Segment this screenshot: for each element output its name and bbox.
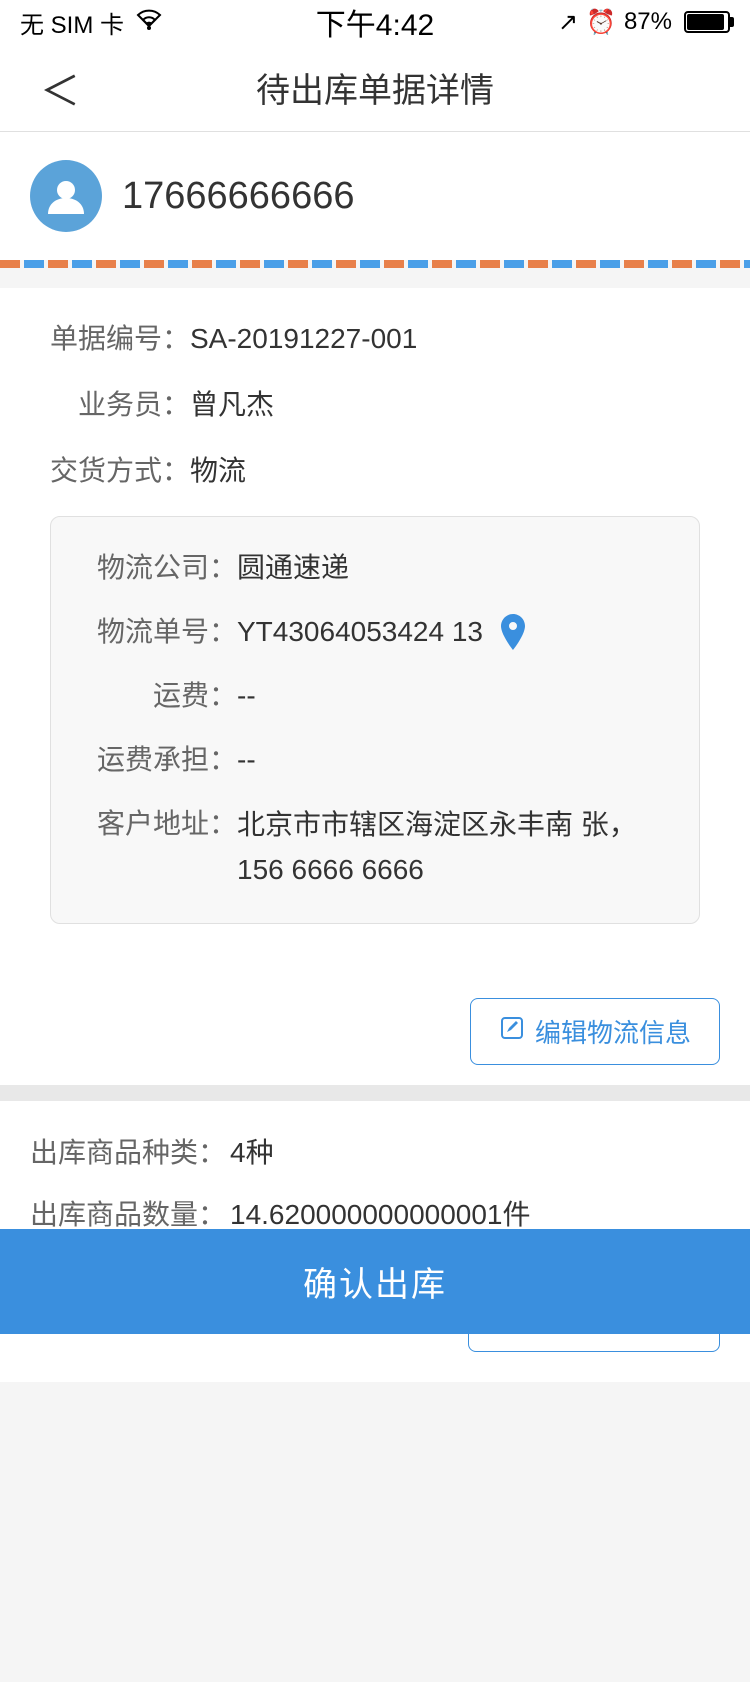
- edit-logistics-button[interactable]: 编辑物流信息: [470, 998, 720, 1065]
- location-pin-icon[interactable]: [497, 614, 529, 650]
- edit-btn-area: 编辑物流信息: [0, 978, 750, 1085]
- confirm-btn-wrap: 确认出库: [0, 1229, 750, 1334]
- order-number-row: 单据编号： SA-20191227-001: [30, 318, 720, 360]
- sales-value: 曾凡杰: [190, 384, 720, 426]
- back-button[interactable]: ＜: [30, 49, 90, 127]
- logistics-tracking-label: 物流单号：: [77, 611, 237, 653]
- delivery-label: 交货方式：: [30, 450, 190, 492]
- goods-quantity-value: 14.620000000000001件: [230, 1193, 531, 1233]
- customer-header: 17666666666: [0, 132, 750, 260]
- order-number-label: 单据编号：: [30, 318, 190, 360]
- bottom-spacer: [0, 1382, 750, 1562]
- nav-bar: ＜ 待出库单据详情: [0, 44, 750, 132]
- freight-row: 运费： --: [77, 675, 673, 717]
- status-time: 下午4:42: [316, 0, 434, 44]
- address-row: 客户地址： 北京市市辖区海淀区永丰南 张，156 6666 6666: [77, 803, 673, 893]
- logistics-tracking-value: YT43064053424 13: [237, 611, 673, 653]
- logistics-tracking-row: 物流单号： YT43064053424 13: [77, 611, 673, 653]
- freight-bearer-value: --: [237, 739, 673, 781]
- edit-logistics-label: 编辑物流信息: [535, 1013, 691, 1050]
- sales-label: 业务员：: [30, 384, 190, 426]
- order-info-section: 单据编号： SA-20191227-001 业务员： 曾凡杰 交货方式： 物流 …: [0, 288, 750, 978]
- carrier-text: 无 SIM 卡: [20, 5, 124, 40]
- wifi-icon: [134, 8, 164, 37]
- goods-quantity-label: 出库商品数量：: [30, 1193, 230, 1233]
- goods-type-row: 出库商品种类： 4种: [30, 1131, 720, 1171]
- page-title: 待出库单据详情: [256, 63, 494, 112]
- delivery-value: 物流: [190, 450, 720, 492]
- logistics-company-row: 物流公司： 圆通速递: [77, 547, 673, 589]
- customer-phone: 17666666666: [122, 175, 354, 218]
- edit-icon: [499, 1015, 525, 1048]
- goods-type-label: 出库商品种类：: [30, 1131, 230, 1171]
- status-left: 无 SIM 卡: [20, 5, 164, 40]
- sales-row: 业务员： 曾凡杰: [30, 384, 720, 426]
- goods-quantity-row: 出库商品数量： 14.620000000000001件: [30, 1193, 720, 1233]
- goods-type-value: 4种: [230, 1131, 274, 1171]
- location-status-icon: ↗: [558, 8, 578, 37]
- status-bar: 无 SIM 卡 下午4:42 ↗ ⏰ 87%: [0, 0, 750, 44]
- battery-text: 87%: [624, 8, 672, 36]
- logistics-section: 物流公司： 圆通速递 物流单号： YT43064053424 13 运费： --: [50, 516, 700, 924]
- battery-icon: [684, 11, 730, 33]
- freight-value: --: [237, 675, 673, 717]
- section-separator: [0, 1085, 750, 1101]
- freight-label: 运费：: [77, 675, 237, 717]
- status-right: ↗ ⏰ 87%: [558, 8, 730, 37]
- freight-bearer-row: 运费承担： --: [77, 739, 673, 781]
- freight-bearer-label: 运费承担：: [77, 739, 237, 781]
- order-number-value: SA-20191227-001: [190, 318, 720, 360]
- confirm-outbound-button[interactable]: 确认出库: [303, 1257, 447, 1306]
- logistics-company-value: 圆通速递: [237, 547, 673, 589]
- avatar: [30, 160, 102, 232]
- delivery-row: 交货方式： 物流: [30, 450, 720, 492]
- dashed-divider: [0, 260, 750, 268]
- logistics-company-label: 物流公司：: [77, 547, 237, 589]
- address-value: 北京市市辖区海淀区永丰南 张，156 6666 6666: [237, 803, 673, 893]
- alarm-icon: ⏰: [586, 8, 616, 37]
- address-label: 客户地址：: [77, 803, 237, 845]
